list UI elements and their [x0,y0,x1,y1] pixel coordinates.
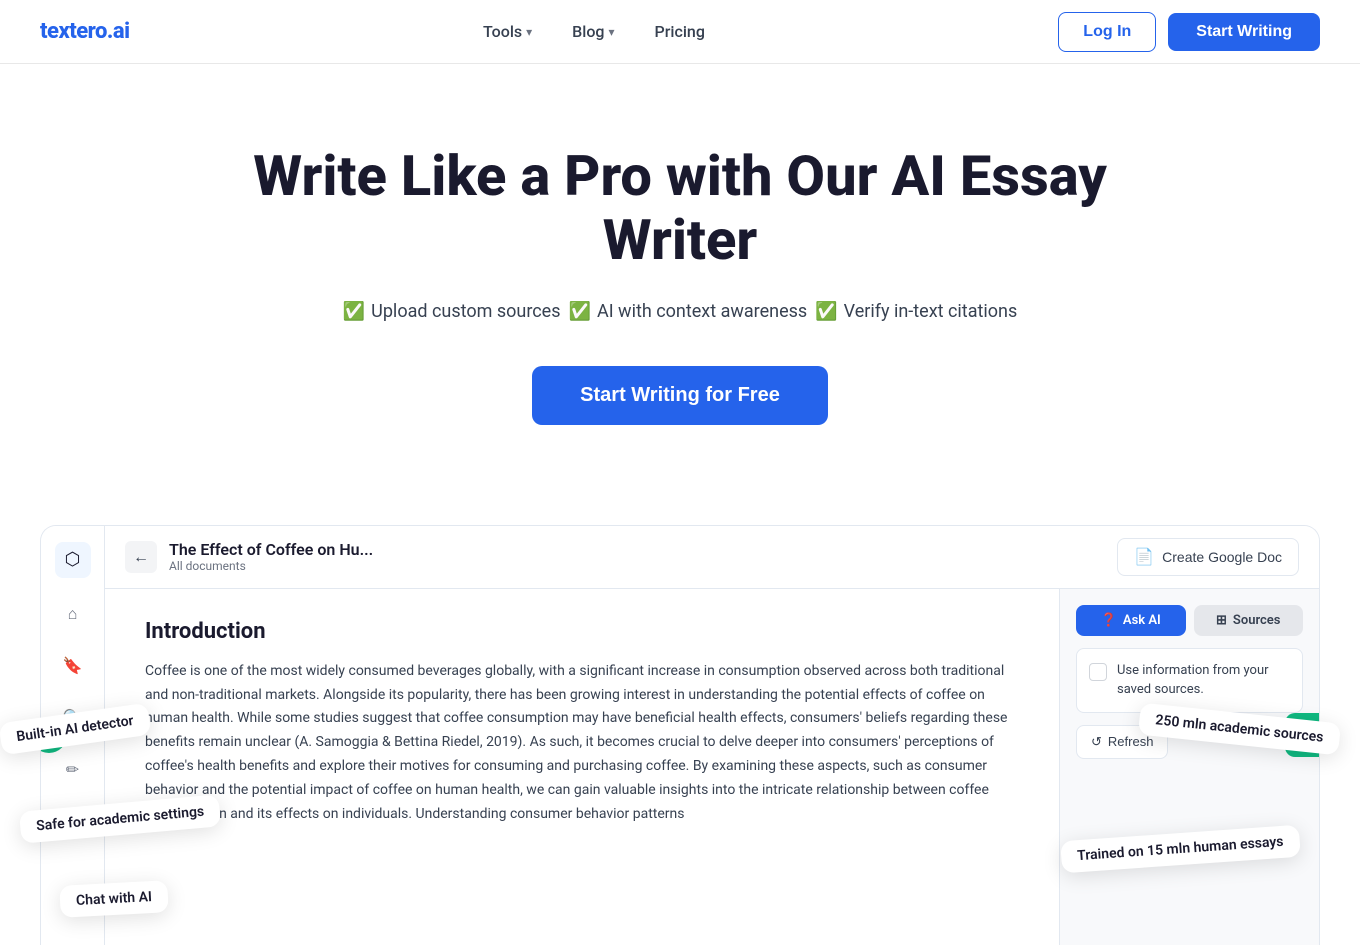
feature3-text: Verify in-text citations [844,301,1018,322]
hero-title: Write Like a Pro with Our AI Essay Write… [230,144,1130,273]
check-icon-2: ✅ [569,301,591,322]
feature-citations: ✅ Verify in-text citations [815,301,1017,322]
logo-text: textero.ai [40,19,130,44]
sources-tab-icon: ⊞ [1216,613,1227,628]
sidebar-home-icon[interactable]: ⌂ [57,598,89,630]
feature1-text: Upload custom sources [371,301,560,322]
right-panel: ❓ Ask AI ⊞ Sources Use information from … [1059,589,1319,945]
ask-ai-tab[interactable]: ❓ Ask AI [1076,605,1186,636]
doc-breadcrumb: All documents [169,559,373,573]
app-preview-section: ✓ ⬡ ⌂ 🔖 🔍 ✏ [0,525,1360,945]
feature2-text: AI with context awareness [597,301,807,322]
nav-tools[interactable]: Tools ▾ [467,14,548,49]
nav-tools-label: Tools [483,22,522,41]
refresh-icon: ↺ [1091,734,1102,750]
panel-tabs: ❓ Ask AI ⊞ Sources [1076,605,1303,636]
logo[interactable]: textero.ai [40,19,130,44]
tools-chevron-icon: ▾ [526,25,532,39]
login-button[interactable]: Log In [1058,12,1156,52]
nav-center: Tools ▾ Blog ▾ Pricing [467,14,721,49]
use-info-checkbox[interactable] [1089,663,1107,681]
preview-container: ✓ ⬡ ⌂ 🔖 🔍 ✏ [40,525,1320,945]
hero-section: Write Like a Pro with Our AI Essay Write… [0,64,1360,525]
chat-ai-badge: Chat with AI [59,880,169,918]
navbar: textero.ai Tools ▾ Blog ▾ Pricing Log In… [0,0,1360,64]
bookmark-icon: 🔖 [63,656,83,675]
ask-ai-label: Ask AI [1123,613,1161,628]
google-doc-icon: 📄 [1134,547,1154,567]
sidebar-bookmark-icon[interactable]: 🔖 [57,650,89,682]
logo-name-part2: .ai [107,19,130,44]
app-body: Introduction Coffee is one of the most w… [105,589,1319,945]
doc-navigation: ← The Effect of Coffee on Hu... All docu… [125,540,373,573]
nav-blog-label: Blog [572,22,604,41]
logo-name-part1: textero [40,19,107,44]
app-main-area: ← The Effect of Coffee on Hu... All docu… [105,526,1319,945]
check-icon-1: ✅ [343,301,365,322]
refresh-label: Refresh [1108,734,1154,749]
app-logo-icon: ⬡ [65,549,81,570]
start-writing-nav-button[interactable]: Start Writing [1168,13,1320,51]
doc-content-area: Introduction Coffee is one of the most w… [105,589,1059,945]
ai-tab-icon: ❓ [1101,613,1117,628]
create-google-doc-button[interactable]: 📄 Create Google Doc [1117,538,1299,576]
sidebar-edit-icon[interactable]: ✏ [57,754,89,786]
feature-upload: ✅ Upload custom sources [343,301,561,322]
edit-icon: ✏ [66,760,79,779]
nav-blog[interactable]: Blog ▾ [556,14,630,49]
header-right-area: 📄 Create Google Doc [1117,538,1299,576]
use-info-text: Use information from your saved sources. [1117,661,1290,700]
blog-chevron-icon: ▾ [609,25,615,39]
sidebar-logo[interactable]: ⬡ [55,542,91,578]
nav-right: Log In Start Writing [1058,12,1320,52]
doc-title-area: The Effect of Coffee on Hu... All docume… [169,540,373,573]
app-header: ← The Effect of Coffee on Hu... All docu… [105,526,1319,589]
nav-pricing[interactable]: Pricing [639,14,721,49]
nav-pricing-label: Pricing [655,22,705,41]
google-doc-label: Create Google Doc [1162,549,1282,565]
feature-context: ✅ AI with context awareness [569,301,808,322]
check-icon-3: ✅ [815,301,837,322]
home-icon: ⌂ [68,604,78,624]
start-writing-hero-button[interactable]: Start Writing for Free [532,366,828,425]
doc-body-text: Coffee is one of the most widely consume… [145,660,1019,827]
sources-tab[interactable]: ⊞ Sources [1194,605,1304,636]
sources-label: Sources [1233,613,1281,628]
doc-title: The Effect of Coffee on Hu... [169,540,373,559]
use-info-option: Use information from your saved sources. [1076,648,1303,713]
hero-features: ✅ Upload custom sources ✅ AI with contex… [343,301,1018,322]
back-button[interactable]: ← [125,541,157,573]
back-arrow-icon: ← [133,547,149,567]
doc-heading: Introduction [145,619,1019,644]
